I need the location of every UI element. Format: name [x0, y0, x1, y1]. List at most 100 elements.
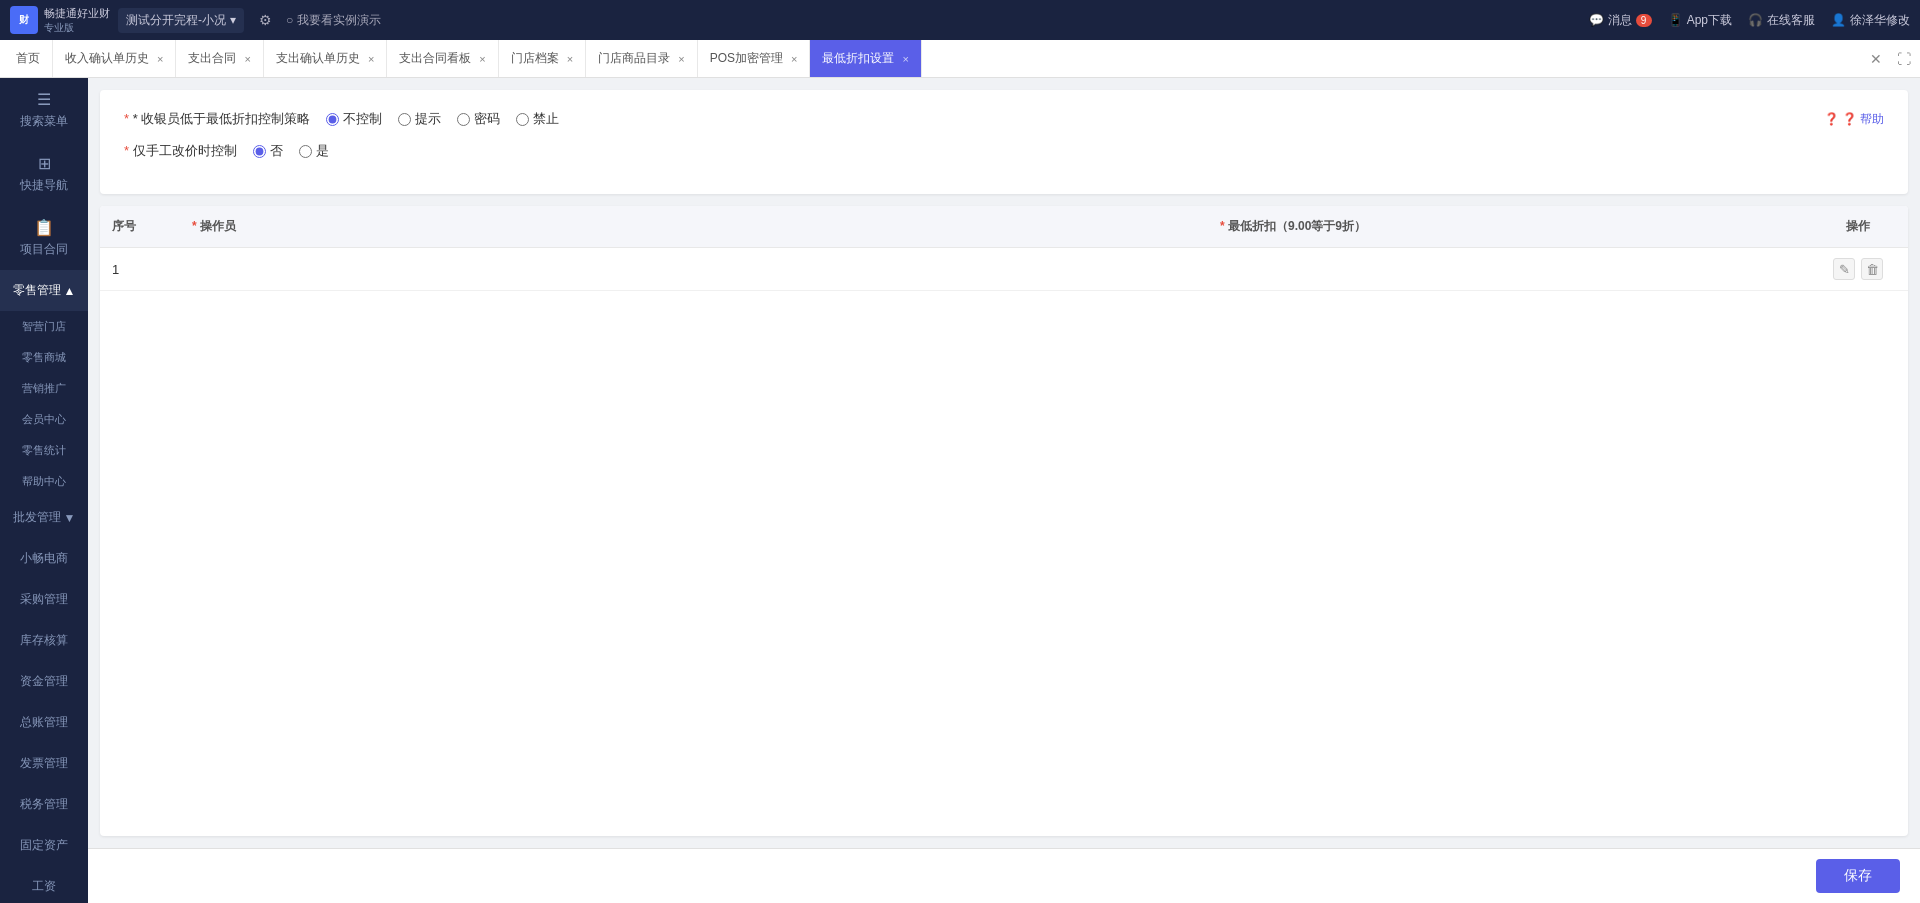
table-scroll: 序号 * 操作员 * 最低折扣（9.00等于9折） 操作 1 — [100, 206, 1908, 291]
sidebar-item-salary[interactable]: 工资 — [0, 866, 88, 903]
sidebar-item-capital[interactable]: 资金管理 — [0, 661, 88, 702]
sidebar-item-retail[interactable]: 零售管理 ▲ — [0, 270, 88, 311]
sidebar-batch-label: 批发管理 ▼ — [13, 509, 76, 526]
field-row-2: * 仅手工改价时控制 否 是 — [124, 142, 1884, 160]
field-row-1: * * 收银员低于最低折扣控制策略 不控制 提示 密 — [124, 110, 1884, 128]
logo-icon: 财 — [10, 6, 38, 34]
tab-pay-contract[interactable]: 支出合同 × — [176, 40, 263, 78]
tab-min-discount-label: 最低折扣设置 — [822, 50, 894, 67]
sidebar-item-invoice[interactable]: 发票管理 — [0, 743, 88, 784]
app-download-label: App下载 — [1687, 12, 1732, 29]
tab-store-file[interactable]: 门店档案 × — [499, 40, 586, 78]
sidebar-item-project[interactable]: 📋 项目合同 — [0, 206, 88, 270]
radio-password-label: 密码 — [474, 110, 500, 128]
sidebar: ☰ 搜索菜单 ⊞ 快捷导航 📋 项目合同 零售管理 ▲ 智营门店 零售商城 营销… — [0, 78, 88, 903]
online-service-label: 在线客服 — [1767, 12, 1815, 29]
tab-expand-button[interactable]: ⛶ — [1892, 47, 1916, 71]
tab-pay-confirm-close[interactable]: × — [368, 53, 374, 65]
tab-pay-confirm[interactable]: 支出确认单历史 × — [264, 40, 387, 78]
edit-icon[interactable]: ✎ — [1833, 258, 1855, 280]
sidebar-help-label: 帮助中心 — [22, 474, 66, 489]
table-body: 1 ✎ 🗑 — [100, 248, 1908, 291]
sidebar-item-fixed[interactable]: 固定资产 — [0, 825, 88, 866]
sidebar-retail-mall-label: 零售商城 — [22, 350, 66, 365]
project-name: 测试分开完程-小况 — [126, 12, 226, 29]
online-service-button[interactable]: 🎧 在线客服 — [1748, 12, 1815, 29]
th-seq: 序号 — [100, 214, 180, 239]
tab-pay-board[interactable]: 支出合同看板 × — [387, 40, 498, 78]
tab-income-close[interactable]: × — [157, 53, 163, 65]
table-row: 1 ✎ 🗑 — [100, 248, 1908, 291]
app-icon: 📱 — [1668, 13, 1683, 27]
tab-home[interactable]: 首页 — [4, 40, 53, 78]
sidebar-item-ecom[interactable]: 小畅电商 — [0, 538, 88, 579]
radio-yes-label: 是 — [316, 142, 329, 160]
tab-store-product-close[interactable]: × — [678, 53, 684, 65]
sidebar-item-batch[interactable]: 批发管理 ▼ — [0, 497, 88, 538]
sidebar-retail-stat-label: 零售统计 — [22, 443, 66, 458]
user-name: 徐泽华修改 — [1850, 12, 1910, 29]
sidebar-item-shortcut[interactable]: ⊞ 快捷导航 — [0, 142, 88, 206]
tab-pos-pwd-close[interactable]: × — [791, 53, 797, 65]
radio-ban-input[interactable] — [516, 113, 529, 126]
service-icon: 🎧 — [1748, 13, 1763, 27]
sidebar-ecom-label: 小畅电商 — [20, 550, 68, 567]
radio-no-input[interactable] — [253, 145, 266, 158]
radio-hint-input[interactable] — [398, 113, 411, 126]
sidebar-item-retail-mall[interactable]: 零售商城 — [0, 342, 88, 373]
tab-pos-pwd[interactable]: POS加密管理 × — [698, 40, 811, 78]
radio-hint[interactable]: 提示 — [398, 110, 441, 128]
radio-ban[interactable]: 禁止 — [516, 110, 559, 128]
tab-close-button[interactable]: ✕ — [1864, 47, 1888, 71]
sidebar-item-retail-stat[interactable]: 零售统计 — [0, 435, 88, 466]
project-selector[interactable]: 测试分开完程-小况 ▾ — [118, 8, 244, 33]
field1-radio-group: 不控制 提示 密码 禁止 — [326, 110, 559, 128]
sidebar-item-purchase[interactable]: 采购管理 — [0, 579, 88, 620]
message-button[interactable]: 💬 消息 9 — [1589, 12, 1652, 29]
th-discount: * 最低折扣（9.00等于9折） — [1208, 214, 1808, 239]
radio-password[interactable]: 密码 — [457, 110, 500, 128]
help-icon: ❓ — [1824, 112, 1839, 126]
help-link[interactable]: ❓ ❓ 帮助 — [1824, 111, 1884, 128]
radio-no[interactable]: 否 — [253, 142, 283, 160]
radio-password-input[interactable] — [457, 113, 470, 126]
tab-min-discount-close[interactable]: × — [902, 53, 908, 65]
radio-yes[interactable]: 是 — [299, 142, 329, 160]
radio-no-control[interactable]: 不控制 — [326, 110, 382, 128]
tab-bar: 首页 收入确认单历史 × 支出合同 × 支出确认单历史 × 支出合同看板 × 门… — [0, 40, 1920, 78]
delete-icon[interactable]: 🗑 — [1861, 258, 1883, 280]
tab-pay-contract-close[interactable]: × — [244, 53, 250, 65]
tab-pay-board-label: 支出合同看板 — [399, 50, 471, 67]
radio-no-control-input[interactable] — [326, 113, 339, 126]
sidebar-item-ledger[interactable]: 总账管理 — [0, 702, 88, 743]
sidebar-inventory-label: 库存核算 — [20, 632, 68, 649]
edition-badge: 专业版 — [44, 21, 110, 35]
header-settings-button[interactable]: ⚙ — [252, 7, 278, 33]
tab-income[interactable]: 收入确认单历史 × — [53, 40, 176, 78]
sidebar-ledger-label: 总账管理 — [20, 714, 68, 731]
radio-yes-input[interactable] — [299, 145, 312, 158]
sidebar-shortcut-label: 快捷导航 — [20, 177, 68, 194]
sidebar-item-marketing[interactable]: 营销推广 — [0, 373, 88, 404]
sidebar-item-smart-store[interactable]: 智营门店 — [0, 311, 88, 342]
tab-store-product[interactable]: 门店商品目录 × — [586, 40, 697, 78]
chevron-down-icon: ▾ — [230, 13, 236, 27]
sidebar-item-help[interactable]: 帮助中心 — [0, 466, 88, 497]
tab-store-file-close[interactable]: × — [567, 53, 573, 65]
save-button[interactable]: 保存 — [1816, 859, 1900, 893]
app-download-button[interactable]: 📱 App下载 — [1668, 12, 1732, 29]
radio-no-label: 否 — [270, 142, 283, 160]
user-profile-button[interactable]: 👤 徐泽华修改 — [1831, 12, 1910, 29]
sidebar-item-tax[interactable]: 税务管理 — [0, 784, 88, 825]
tab-pay-board-close[interactable]: × — [479, 53, 485, 65]
field2-radio-group: 否 是 — [253, 142, 329, 160]
sidebar-item-member[interactable]: 会员中心 — [0, 404, 88, 435]
sidebar-salary-label: 工资 — [32, 878, 56, 895]
demo-link[interactable]: ○ 我要看实例演示 — [286, 12, 381, 29]
sidebar-item-inventory[interactable]: 库存核算 — [0, 620, 88, 661]
sidebar-item-search[interactable]: ☰ 搜索菜单 — [0, 78, 88, 142]
sidebar-project-label: 项目合同 — [20, 241, 68, 258]
tab-min-discount[interactable]: 最低折扣设置 × — [810, 40, 921, 78]
message-label: 消息 — [1608, 12, 1632, 29]
sidebar-member-label: 会员中心 — [22, 412, 66, 427]
